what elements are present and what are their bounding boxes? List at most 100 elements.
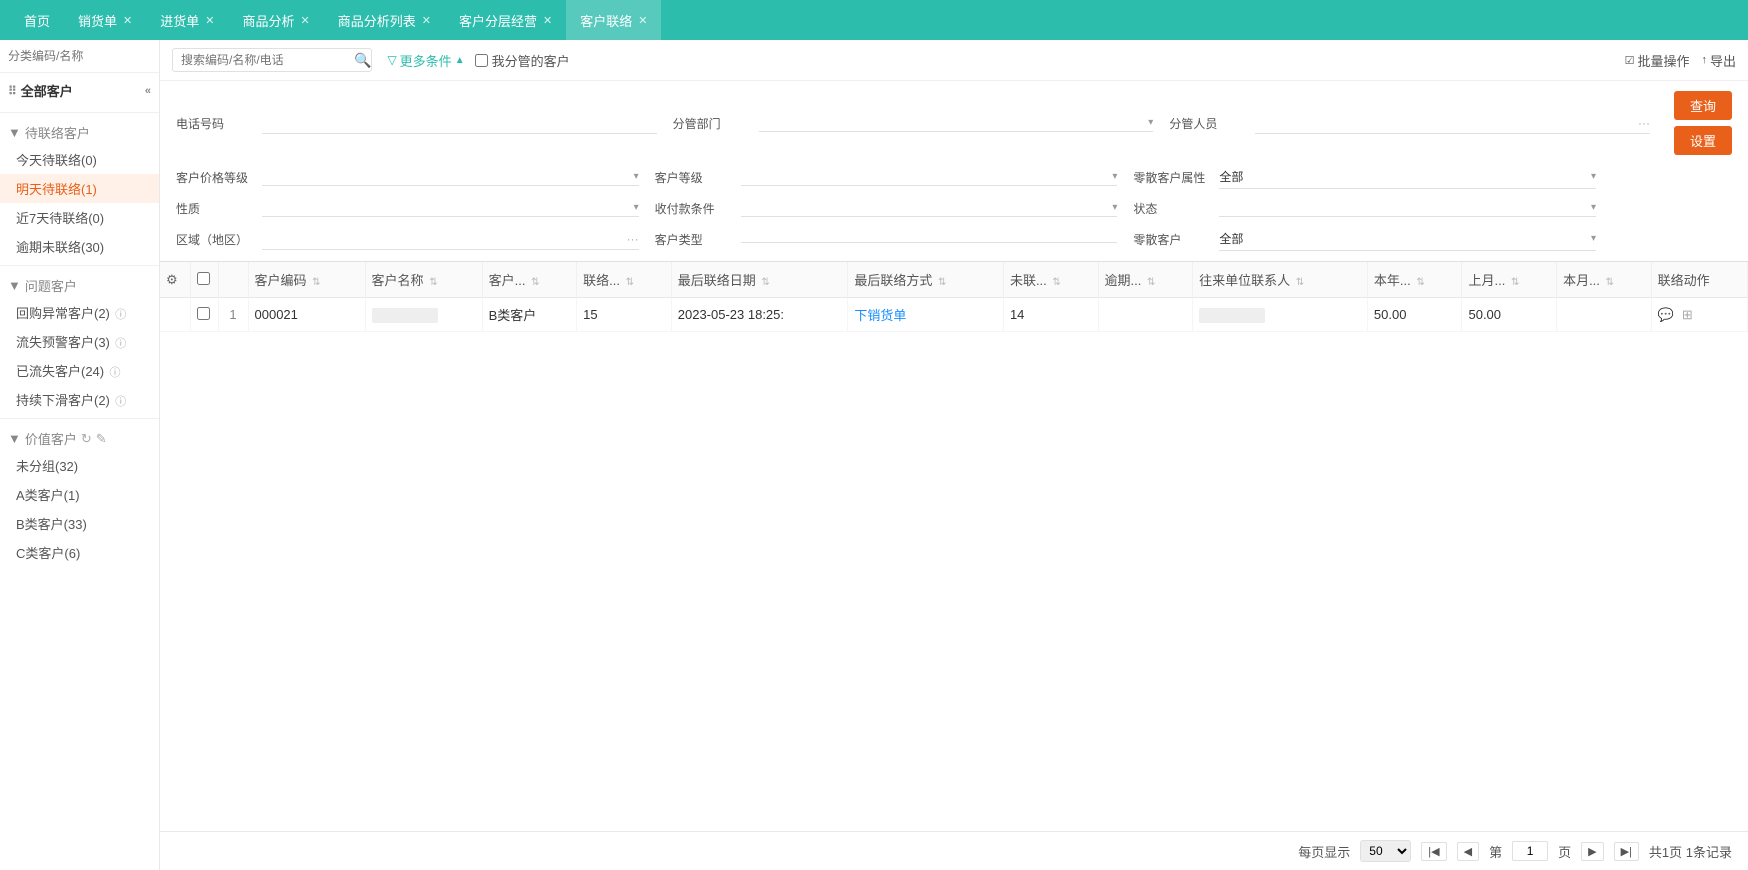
collapse-icon[interactable]: « bbox=[145, 85, 151, 97]
sidebar-item-ungrouped[interactable]: 未分组(32) bbox=[0, 451, 159, 480]
next-page-btn[interactable]: ▶ bbox=[1581, 842, 1603, 861]
close-icon[interactable]: ✕ bbox=[638, 14, 647, 27]
prev-page-btn[interactable]: ◀ bbox=[1457, 842, 1479, 861]
department-select[interactable]: ▾ bbox=[759, 114, 1154, 132]
grid-icon[interactable]: ⊞ bbox=[1682, 307, 1693, 323]
search-icon[interactable]: 🔍 bbox=[354, 52, 377, 69]
row-select-checkbox[interactable] bbox=[197, 307, 210, 320]
close-icon[interactable]: ✕ bbox=[543, 14, 552, 27]
last-contact-link[interactable]: 下销货单 bbox=[854, 308, 906, 323]
edit-icon[interactable]: ✎ bbox=[96, 431, 107, 447]
sidebar-item-today-pending[interactable]: 今天待联络(0) bbox=[0, 145, 159, 174]
sort-icon[interactable]: ⇅ bbox=[938, 277, 946, 288]
sort-icon[interactable]: ⇅ bbox=[1052, 277, 1060, 288]
chevron-down-icon: ▾ bbox=[634, 171, 639, 182]
customer-name-blurred bbox=[372, 308, 438, 323]
sidebar-item-c-class[interactable]: C类客户(6) bbox=[0, 538, 159, 567]
sidebar-item-churn-warning[interactable]: 流失预警客户(3) ⓘ bbox=[0, 327, 159, 356]
settings-btn[interactable]: 设置 bbox=[1674, 126, 1732, 155]
sidebar-item-churned[interactable]: 已流失客户(24) ⓘ bbox=[0, 356, 159, 385]
message-icon[interactable]: 💬 bbox=[1658, 307, 1674, 323]
sidebar-item-7days-pending[interactable]: 近7天待联络(0) bbox=[0, 203, 159, 232]
manager-select[interactable]: ··· bbox=[1255, 113, 1650, 134]
close-icon[interactable]: ✕ bbox=[205, 14, 214, 27]
nav-sales[interactable]: 销货单 ✕ bbox=[64, 0, 146, 40]
retail-customer-select[interactable]: 全部 ▾ bbox=[1219, 227, 1596, 251]
sort-icon[interactable]: ⇅ bbox=[312, 277, 320, 288]
sort-icon[interactable]: ⇅ bbox=[1416, 277, 1424, 288]
sort-icon[interactable]: ⇅ bbox=[1147, 277, 1155, 288]
sidebar-item-a-class[interactable]: A类客户(1) bbox=[0, 480, 159, 509]
nav-product-analysis[interactable]: 商品分析 ✕ bbox=[228, 0, 323, 40]
row-this-year: 50.00 bbox=[1367, 298, 1462, 332]
region-select[interactable]: ··· bbox=[262, 229, 639, 250]
data-table-wrapper: ⚙ 客户编码 ⇅ 客户名称 ⇅ bbox=[160, 262, 1748, 831]
more-conditions-btn[interactable]: ▽ 更多条件 ▲ bbox=[387, 51, 464, 70]
close-icon[interactable]: ✕ bbox=[301, 14, 310, 27]
col-checkbox bbox=[190, 262, 218, 298]
sidebar-item-declining[interactable]: 持续下滑客户(2) ⓘ bbox=[0, 385, 159, 414]
customer-level-select[interactable]: ▾ bbox=[741, 168, 1118, 186]
select-all-checkbox[interactable] bbox=[197, 272, 210, 285]
sort-icon[interactable]: ⇅ bbox=[1296, 277, 1304, 288]
table-row: 1 000021 B类客户 15 2023-05-23 18:25: 下销货单 … bbox=[160, 298, 1748, 332]
close-icon[interactable]: ✕ bbox=[422, 14, 431, 27]
refresh-icon[interactable]: ↻ bbox=[81, 431, 92, 447]
filter-row-1: 电话号码 分管部门 ▾ 分管人员 ··· 查询 bbox=[176, 91, 1732, 155]
sidebar-search-input[interactable] bbox=[8, 49, 160, 63]
page-number-input[interactable] bbox=[1512, 841, 1548, 861]
retail-attr-select[interactable]: 全部 ▾ bbox=[1219, 165, 1596, 189]
export-btn[interactable]: ↑ 导出 bbox=[1701, 51, 1736, 70]
more-icon[interactable]: ··· bbox=[1638, 116, 1650, 130]
my-customers-check[interactable] bbox=[475, 54, 488, 67]
table-footer: 每页显示 50 100 200 |◀ ◀ 第 页 ▶ ▶| 共1页 1条记录 bbox=[160, 831, 1748, 870]
nav-product-analysis-list[interactable]: 商品分析列表 ✕ bbox=[324, 0, 445, 40]
sort-icon[interactable]: ⇅ bbox=[761, 277, 769, 288]
status-select[interactable]: ▾ bbox=[1219, 199, 1596, 217]
query-btn[interactable]: 查询 bbox=[1674, 91, 1732, 120]
row-contact-action: 💬 ⊞ bbox=[1651, 298, 1747, 332]
sidebar-item-abnormal-repurchase[interactable]: 回购异常客户(2) ⓘ bbox=[0, 298, 159, 327]
nav-customer-contact[interactable]: 客户联络 ✕ bbox=[566, 0, 661, 40]
sort-icon[interactable]: ⇅ bbox=[429, 277, 437, 288]
first-page-btn[interactable]: |◀ bbox=[1421, 842, 1446, 861]
nav-home[interactable]: 首页 bbox=[10, 0, 64, 40]
sidebar-item-b-class[interactable]: B类客户(33) bbox=[0, 509, 159, 538]
batch-icon: ☑ bbox=[1625, 54, 1635, 67]
nav-purchase[interactable]: 进货单 ✕ bbox=[146, 0, 228, 40]
last-page-btn[interactable]: ▶| bbox=[1614, 842, 1639, 861]
sidebar-item-tomorrow-pending[interactable]: 明天待联络(1) bbox=[0, 174, 159, 203]
all-customers-header[interactable]: ⠿ 全部客户 « bbox=[0, 73, 159, 108]
sort-icon[interactable]: ⇅ bbox=[626, 277, 634, 288]
manager-field: 分管人员 ··· bbox=[1169, 113, 1650, 134]
customer-type-select[interactable] bbox=[741, 236, 1118, 243]
close-icon[interactable]: ✕ bbox=[123, 14, 132, 27]
sort-icon[interactable]: ⇅ bbox=[1511, 277, 1519, 288]
chevron-up-icon: ▲ bbox=[455, 55, 465, 66]
nav-customer-segment[interactable]: 客户分层经营 ✕ bbox=[445, 0, 566, 40]
row-customer-cat: B类客户 bbox=[482, 298, 577, 332]
col-rownum bbox=[218, 262, 248, 298]
action-icons: 💬 ⊞ bbox=[1658, 307, 1741, 323]
more-icon[interactable]: ··· bbox=[627, 232, 639, 246]
filter-row-2: 客户价格等级 ▾ 客户等级 ▾ 零散客户属性 全部 bbox=[176, 165, 1732, 189]
sort-icon[interactable]: ⇅ bbox=[531, 277, 539, 288]
retail-customer-field: 零散客户 全部 ▾ bbox=[1133, 227, 1596, 251]
my-customers-checkbox[interactable]: 我分管的客户 bbox=[475, 51, 570, 70]
page-size-select[interactable]: 50 100 200 bbox=[1360, 840, 1411, 862]
search-input[interactable] bbox=[172, 48, 372, 72]
price-level-select[interactable]: ▾ bbox=[262, 168, 639, 186]
col-customer-name: 客户名称 ⇅ bbox=[365, 262, 482, 298]
gender-select[interactable]: ▾ bbox=[262, 199, 639, 217]
sidebar-search-bar: 🔍 bbox=[0, 40, 159, 73]
gear-icon[interactable]: ⚙ bbox=[166, 272, 178, 287]
phone-input[interactable] bbox=[262, 113, 657, 134]
chevron-down-icon: ▾ bbox=[634, 202, 639, 213]
chevron-down-icon: ▾ bbox=[1148, 117, 1153, 128]
batch-operate-btn[interactable]: ☑ 批量操作 bbox=[1625, 51, 1690, 70]
sidebar-item-overdue-pending[interactable]: 逾期未联络(30) bbox=[0, 232, 159, 261]
phone-field: 电话号码 bbox=[176, 113, 657, 134]
price-level-field: 客户价格等级 ▾ bbox=[176, 168, 639, 186]
payment-select[interactable]: ▾ bbox=[741, 199, 1118, 217]
sort-icon[interactable]: ⇅ bbox=[1606, 277, 1614, 288]
